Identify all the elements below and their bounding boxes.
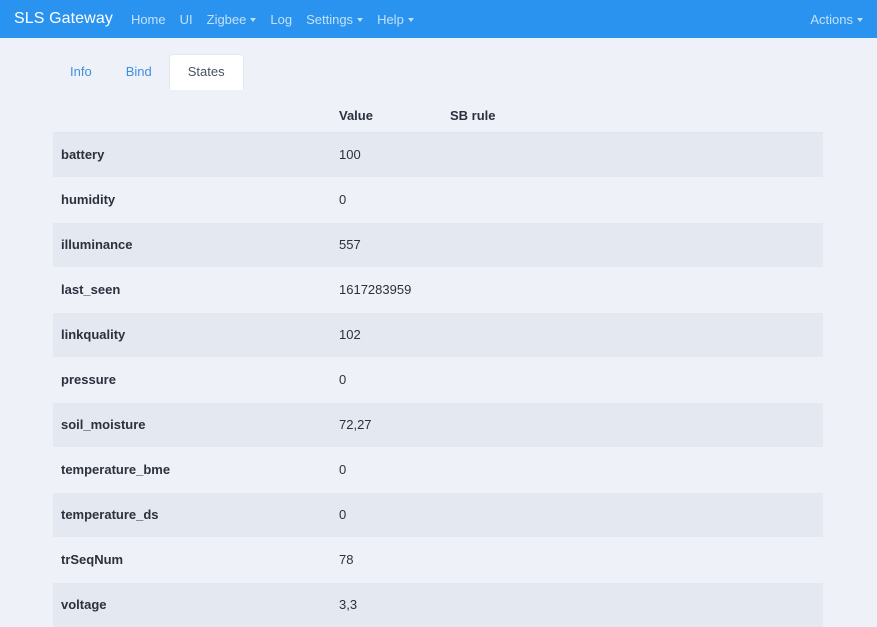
state-key: last_seen	[61, 281, 121, 297]
table-row[interactable]: temperature_bme 0	[53, 447, 823, 492]
state-rule	[442, 447, 823, 492]
state-value: 557	[339, 236, 361, 252]
nav-link-label: Help	[377, 11, 404, 27]
column-header-value: Value	[331, 99, 442, 133]
state-value: 0	[339, 506, 347, 522]
table-row[interactable]: battery 100	[53, 132, 823, 178]
tab-bar: Info Bind States	[53, 54, 877, 90]
state-rule	[442, 492, 823, 537]
nav-link-help[interactable]: Help	[377, 13, 414, 26]
nav-link-label: Settings	[306, 11, 354, 27]
nav-link-home[interactable]: Home	[131, 13, 166, 26]
chevron-down-icon	[407, 18, 414, 22]
table-head: Value SB rule	[53, 99, 823, 133]
table-body: battery 100 humidity 0 illuminance 557 l…	[53, 132, 823, 627]
top-navbar: SLS Gateway Home UI Zigbee Log Settings …	[0, 0, 877, 38]
nav-link-label: UI	[179, 11, 193, 27]
state-key: temperature_ds	[61, 506, 159, 522]
state-value: 78	[339, 551, 354, 567]
nav-link-label: Log	[270, 11, 293, 27]
state-rule	[442, 177, 823, 222]
column-header-sb-rule: SB rule	[442, 99, 823, 133]
state-key: illuminance	[61, 236, 133, 252]
states-table-container: Value SB rule battery 100 humidity 0 ill…	[53, 99, 823, 627]
navbar-brand[interactable]: SLS Gateway	[14, 10, 113, 28]
nav-link-label: Home	[130, 11, 166, 27]
tabs-container: Info Bind States	[0, 38, 877, 90]
state-rule	[442, 312, 823, 357]
state-key: humidity	[61, 191, 116, 207]
nav-link-zigbee[interactable]: Zigbee	[207, 13, 257, 26]
state-key: soil_moisture	[61, 416, 146, 432]
chevron-down-icon	[250, 18, 257, 22]
table-row[interactable]: illuminance 557	[53, 222, 823, 268]
state-key: battery	[61, 146, 105, 162]
state-rule	[442, 267, 823, 312]
tab-states[interactable]: States	[168, 54, 244, 90]
nav-link-log[interactable]: Log	[270, 13, 292, 26]
state-value: 0	[339, 191, 347, 207]
state-value: 0	[339, 461, 347, 477]
state-rule	[442, 402, 823, 447]
table-row[interactable]: soil_moisture 72,27	[53, 402, 823, 448]
states-table: Value SB rule battery 100 humidity 0 ill…	[53, 99, 823, 627]
chevron-down-icon	[857, 18, 863, 22]
state-value: 1617283959	[339, 281, 412, 297]
state-rule	[442, 357, 823, 402]
state-value: 102	[339, 326, 361, 342]
state-value: 3,3	[339, 596, 358, 612]
state-value: 0	[339, 371, 347, 387]
state-key: trSeqNum	[61, 551, 124, 567]
nav-link-label: Zigbee	[206, 11, 247, 27]
nav-link-label: Actions	[810, 11, 853, 27]
state-value: 100	[339, 146, 361, 162]
table-row[interactable]: voltage 3,3	[53, 582, 823, 627]
table-header-row: Value SB rule	[53, 99, 823, 133]
nav-link-actions[interactable]: Actions	[810, 13, 863, 26]
tab-bind[interactable]: Bind	[109, 54, 169, 90]
table-row[interactable]: last_seen 1617283959	[53, 267, 823, 312]
column-header-name	[53, 99, 331, 133]
navbar-right: Actions	[810, 13, 863, 26]
nav-link-ui[interactable]: UI	[180, 13, 193, 26]
nav-link-settings[interactable]: Settings	[306, 11, 364, 27]
tab-info[interactable]: Info	[53, 54, 109, 90]
table-row[interactable]: temperature_ds 0	[53, 492, 823, 538]
table-row[interactable]: trSeqNum 78	[53, 537, 823, 582]
navbar-links: Home UI Zigbee Log Settings Help	[131, 13, 810, 26]
state-rule	[442, 537, 823, 582]
table-row[interactable]: humidity 0	[53, 177, 823, 222]
state-rule	[442, 132, 823, 177]
table-row[interactable]: linkquality 102	[53, 312, 823, 358]
state-key: temperature_bme	[61, 461, 171, 477]
state-key: voltage	[61, 596, 107, 612]
state-rule	[442, 582, 823, 627]
table-row[interactable]: pressure 0	[53, 357, 823, 402]
state-value: 72,27	[339, 416, 372, 432]
chevron-down-icon	[357, 18, 364, 22]
state-key: pressure	[61, 371, 116, 387]
state-key: linkquality	[61, 326, 126, 342]
state-rule	[442, 222, 823, 267]
